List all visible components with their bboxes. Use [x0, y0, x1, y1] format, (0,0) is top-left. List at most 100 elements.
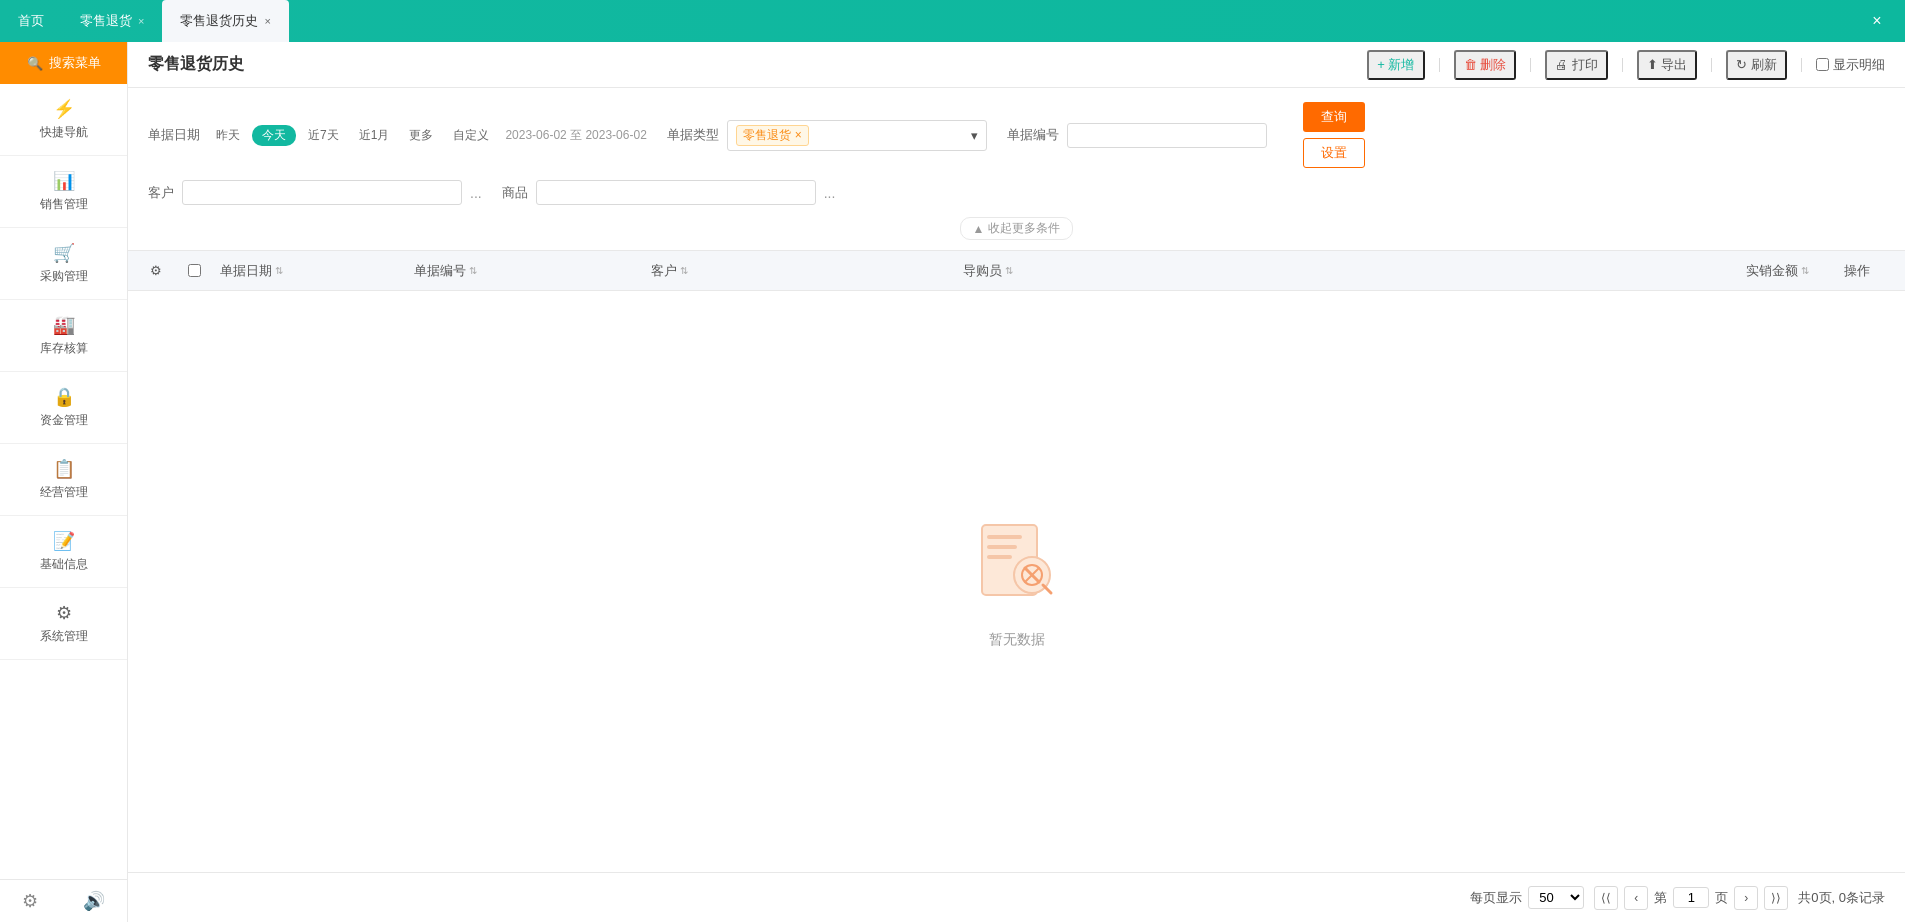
- date-btn-1month[interactable]: 近1月: [351, 125, 398, 146]
- sidebar-item-quick-nav-label: 快捷导航: [40, 124, 88, 141]
- sidebar-item-system-mgmt-label: 系统管理: [40, 628, 88, 645]
- date-btn-today[interactable]: 今天: [252, 125, 296, 146]
- show-detail-checkbox-label[interactable]: 显示明细: [1816, 56, 1885, 74]
- page-label: 第: [1654, 889, 1667, 907]
- sidebar-search[interactable]: 🔍 搜索菜单: [0, 42, 127, 84]
- pagination: 每页显示 50 10 20 100 ⟨⟨ ‹ 第 页 › ⟩⟩ 共0页, 0条记…: [128, 872, 1905, 922]
- th-amount[interactable]: 实销金额 ⇅: [1653, 262, 1817, 280]
- tab-retail-return-history-close[interactable]: ×: [264, 15, 270, 27]
- th-date-label: 单据日期: [220, 262, 272, 280]
- date-range-text: 2023-06-02 至 2023-06-02: [505, 127, 646, 144]
- sidebar-item-operation-mgmt[interactable]: 📋 经营管理: [0, 444, 127, 516]
- query-button[interactable]: 查询: [1303, 102, 1365, 132]
- collapse-row: ▲ 收起更多条件: [148, 217, 1885, 240]
- svg-rect-3: [987, 555, 1012, 559]
- date-btn-more[interactable]: 更多: [401, 125, 441, 146]
- filter-voucher-type: 单据类型 零售退货 × ▾: [667, 120, 987, 151]
- first-page-btn[interactable]: ⟨⟨: [1594, 886, 1618, 910]
- settings-button[interactable]: 设置: [1303, 138, 1365, 168]
- date-btn-7days[interactable]: 近7天: [300, 125, 347, 146]
- voucher-type-select[interactable]: 零售退货 × ▾: [727, 120, 987, 151]
- filter-date: 单据日期 昨天 今天 近7天 近1月 更多 自定义 2023-06-02 至 2…: [148, 125, 647, 146]
- date-btn-custom[interactable]: 自定义: [445, 125, 497, 146]
- page-number-input[interactable]: [1673, 887, 1709, 908]
- th-num-sort-icon: ⇅: [469, 265, 477, 276]
- tab-retail-return-history[interactable]: 零售退货历史 ×: [162, 0, 288, 42]
- tab-retail-return-history-label: 零售退货历史: [180, 12, 258, 30]
- table-header: ⚙ 单据日期 ⇅ 单据编号 ⇅ 客户 ⇅ 导购员 ⇅ 实销金额: [128, 251, 1905, 291]
- page-size-select: 每页显示 50 10 20 100: [1470, 886, 1584, 909]
- sidebar-item-sales-mgmt[interactable]: 📊 销售管理: [0, 156, 127, 228]
- sidebar-item-basic-info[interactable]: 📝 基础信息: [0, 516, 127, 588]
- th-date-sort-icon: ⇅: [275, 265, 283, 276]
- sidebar-item-inventory-label: 库存核算: [40, 340, 88, 357]
- page-nav: ⟨⟨ ‹ 第 页 › ⟩⟩: [1594, 886, 1788, 910]
- settings-bottom-icon[interactable]: ⚙: [22, 890, 38, 912]
- volume-icon[interactable]: 🔊: [83, 890, 105, 912]
- next-page-btn[interactable]: ›: [1734, 886, 1758, 910]
- purchase-mgmt-icon: 🛒: [53, 242, 75, 264]
- tab-home[interactable]: 首页: [0, 0, 62, 42]
- goods-dots-btn[interactable]: ...: [824, 185, 836, 201]
- sidebar-item-purchase-mgmt[interactable]: 🛒 采购管理: [0, 228, 127, 300]
- date-btn-yesterday[interactable]: 昨天: [208, 125, 248, 146]
- sidebar-item-quick-nav[interactable]: ⚡ 快捷导航: [0, 84, 127, 156]
- print-button[interactable]: 🖨 打印: [1545, 50, 1608, 80]
- filter-row-1: 单据日期 昨天 今天 近7天 近1月 更多 自定义 2023-06-02 至 2…: [148, 102, 1885, 168]
- filter-voucher-num: 单据编号: [1007, 123, 1267, 148]
- show-detail-checkbox[interactable]: [1816, 58, 1829, 71]
- page-title: 零售退货历史: [148, 54, 244, 75]
- collapse-label: 收起更多条件: [988, 220, 1060, 237]
- sidebar-item-system-mgmt[interactable]: ⚙ 系统管理: [0, 588, 127, 660]
- divider-2: [1530, 58, 1531, 72]
- tab-retail-return-close[interactable]: ×: [138, 15, 144, 27]
- refresh-button[interactable]: ↻ 刷新: [1726, 50, 1787, 80]
- prev-page-btn[interactable]: ‹: [1624, 886, 1648, 910]
- th-settings[interactable]: ⚙: [136, 263, 176, 278]
- tab-retail-return[interactable]: 零售退货 ×: [62, 0, 162, 42]
- th-customer[interactable]: 客户 ⇅: [643, 262, 955, 280]
- th-guide-label: 导购员: [963, 262, 1002, 280]
- sidebar-item-purchase-mgmt-label: 采购管理: [40, 268, 88, 285]
- select-all-checkbox[interactable]: [188, 264, 201, 277]
- sidebar: 🔍 搜索菜单 ⚡ 快捷导航 📊 销售管理 🛒 采购管理 🏭 库存核算 🔒 资金管…: [0, 42, 128, 922]
- th-guide[interactable]: 导购员 ⇅: [955, 262, 1193, 280]
- empty-state: 暂无数据: [128, 291, 1905, 872]
- tab-retail-return-label: 零售退货: [80, 12, 132, 30]
- page-end-label: 页: [1715, 889, 1728, 907]
- per-page-label: 每页显示: [1470, 889, 1522, 907]
- operation-mgmt-icon: 📋: [53, 458, 75, 480]
- export-button[interactable]: ⬆ 导出: [1637, 50, 1698, 80]
- tab-bar: 首页 零售退货 × 零售退货历史 ×: [0, 0, 1865, 42]
- last-page-btn[interactable]: ⟩⟩: [1764, 886, 1788, 910]
- query-btn-area: 查询 设置: [1303, 102, 1365, 168]
- customer-dots-btn[interactable]: ...: [470, 185, 482, 201]
- sales-mgmt-icon: 📊: [53, 170, 75, 192]
- customer-input[interactable]: [182, 180, 462, 205]
- goods-input[interactable]: [536, 180, 816, 205]
- divider-1: [1439, 58, 1440, 72]
- th-date[interactable]: 单据日期 ⇅: [212, 262, 406, 280]
- table-area: ⚙ 单据日期 ⇅ 单据编号 ⇅ 客户 ⇅ 导购员 ⇅ 实销金额: [128, 251, 1905, 922]
- new-button[interactable]: + 新增: [1367, 50, 1424, 80]
- sidebar-item-inventory[interactable]: 🏭 库存核算: [0, 300, 127, 372]
- th-checkbox[interactable]: [176, 264, 212, 277]
- voucher-num-input[interactable]: [1067, 123, 1267, 148]
- window-close-button[interactable]: ×: [1865, 9, 1889, 33]
- th-customer-sort-icon: ⇅: [680, 265, 688, 276]
- collapse-button[interactable]: ▲ 收起更多条件: [960, 217, 1074, 240]
- th-amount-label: 实销金额: [1746, 262, 1798, 280]
- svg-rect-1: [987, 535, 1022, 539]
- divider-5: [1801, 58, 1802, 72]
- page-size-dropdown[interactable]: 50 10 20 100: [1528, 886, 1584, 909]
- sidebar-item-sales-mgmt-label: 销售管理: [40, 196, 88, 213]
- filter-row-2: 客户 ... 商品 ...: [148, 180, 1885, 205]
- page-header: 零售退货历史 + 新增 🗑 删除 🖨 打印 ⬆ 导出 ↻ 刷新 显示明细: [128, 42, 1905, 88]
- delete-button[interactable]: 🗑 删除: [1454, 50, 1517, 80]
- sidebar-item-finance-mgmt[interactable]: 🔒 资金管理: [0, 372, 127, 444]
- voucher-type-tag-close[interactable]: ×: [795, 128, 802, 142]
- quick-nav-icon: ⚡: [53, 98, 75, 120]
- th-guide-sort-icon: ⇅: [1005, 265, 1013, 276]
- th-num[interactable]: 单据编号 ⇅: [406, 262, 644, 280]
- sidebar-bottom: ⚙ 🔊: [0, 879, 127, 922]
